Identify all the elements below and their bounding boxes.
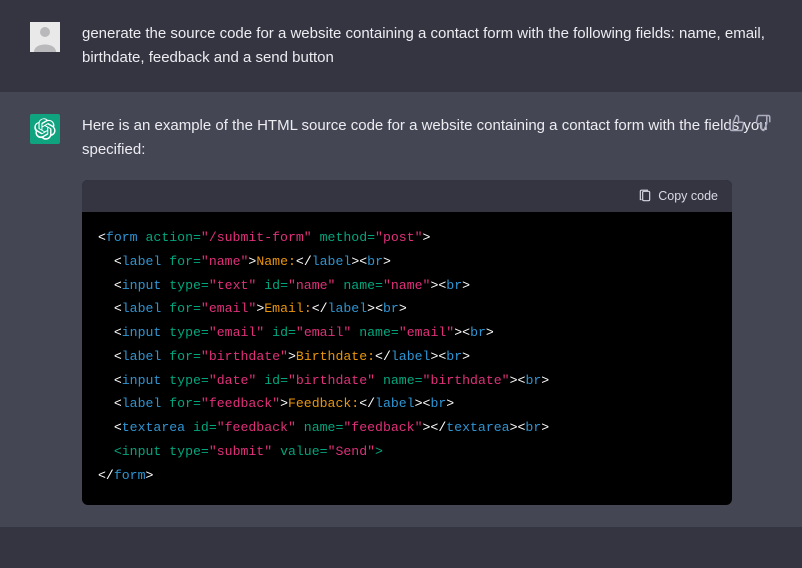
code-content: <form action="/submit-form" method="post… (82, 212, 732, 505)
user-message-content: generate the source code for a website c… (82, 22, 802, 70)
thumbs-up-button[interactable] (728, 114, 746, 132)
assistant-avatar (30, 114, 60, 144)
copy-code-label: Copy code (658, 186, 718, 206)
copy-code-button[interactable]: Copy code (638, 186, 718, 206)
thumbs-up-icon (728, 114, 746, 132)
assistant-message-content: Here is an example of the HTML source co… (82, 114, 802, 505)
user-message-text: generate the source code for a website c… (82, 22, 784, 70)
person-photo-icon (30, 22, 60, 52)
openai-logo-icon (34, 118, 56, 140)
code-block: Copy code <form action="/submit-form" me… (82, 180, 732, 505)
assistant-intro-text: Here is an example of the HTML source co… (82, 114, 784, 162)
clipboard-icon (638, 189, 652, 203)
thumbs-down-icon (754, 114, 772, 132)
code-block-header: Copy code (82, 180, 732, 212)
feedback-buttons (728, 114, 772, 132)
user-avatar (30, 22, 60, 52)
user-message-row: generate the source code for a website c… (0, 0, 802, 92)
assistant-message-row: Here is an example of the HTML source co… (0, 92, 802, 527)
thumbs-down-button[interactable] (754, 114, 772, 132)
